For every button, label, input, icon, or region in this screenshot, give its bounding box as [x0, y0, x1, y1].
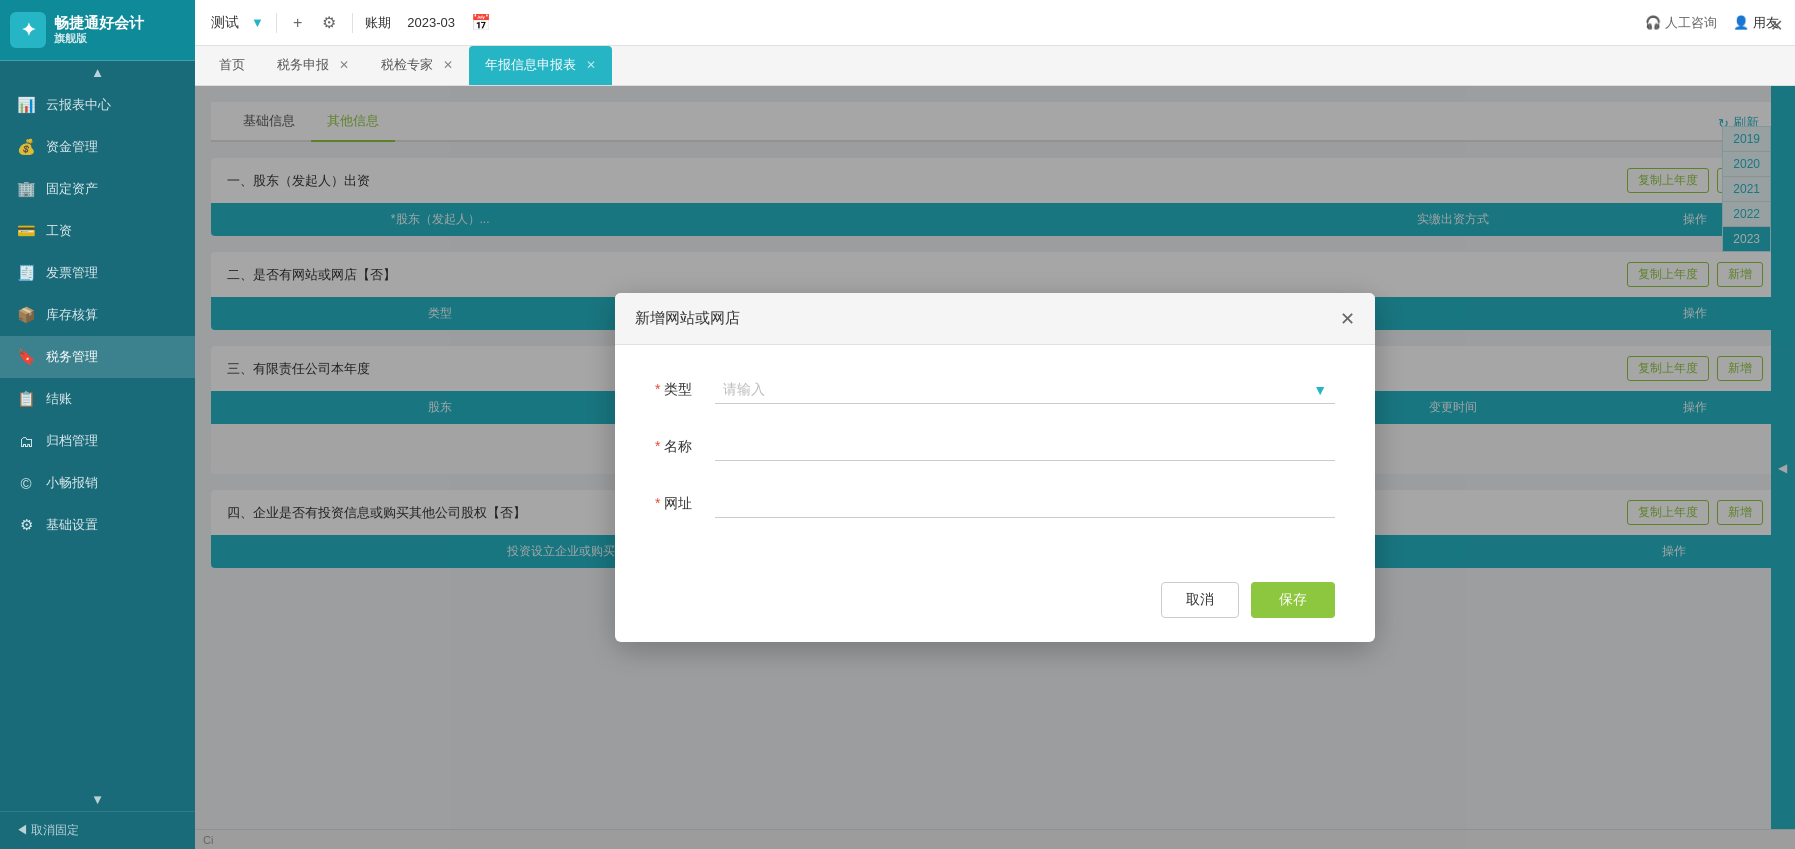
- dialog-header: 新增网站或网店 ✕: [615, 293, 1375, 345]
- sidebar-item-label: 归档管理: [46, 432, 98, 450]
- sidebar-scroll-down[interactable]: ▼: [0, 788, 195, 811]
- zijin-icon: 💰: [16, 138, 36, 156]
- tab-yearreport-close[interactable]: ✕: [586, 58, 596, 72]
- form-row-name: * 名称: [655, 432, 1335, 461]
- dialog-title: 新增网站或网店: [635, 309, 740, 328]
- headphone-icon: 🎧: [1645, 15, 1661, 30]
- sidebar-item-jiezhang[interactable]: 📋 结账: [0, 378, 195, 420]
- help-button[interactable]: 🎧 人工咨询: [1645, 14, 1717, 32]
- tab-taxinspect-close[interactable]: ✕: [443, 58, 453, 72]
- type-input[interactable]: [715, 375, 1335, 404]
- gongzi-icon: 💳: [16, 222, 36, 240]
- sidebar-item-kucun[interactable]: 📦 库存核算: [0, 294, 195, 336]
- xiaochangbaoxiao-icon: ©: [16, 475, 36, 492]
- tab-home-label: 首页: [219, 56, 245, 74]
- tab-home[interactable]: 首页: [203, 46, 261, 85]
- user-icon: 👤: [1733, 15, 1749, 30]
- sidebar-item-label: 固定资产: [46, 180, 98, 198]
- tab-taxreport-label: 税务申报: [277, 56, 329, 74]
- sidebar-item-shuiwu[interactable]: 🔖 税务管理: [0, 336, 195, 378]
- sidebar-item-label: 云报表中心: [46, 96, 111, 114]
- dialog-body: * 类型 ▼ * 名称: [615, 345, 1375, 566]
- type-required-mark: *: [655, 381, 660, 397]
- tab-yearreport-label: 年报信息申报表: [485, 56, 576, 74]
- kucun-icon: 📦: [16, 306, 36, 324]
- period-label: 账期: [365, 14, 391, 32]
- jiezhang-icon: 📋: [16, 390, 36, 408]
- tabbar: 首页 税务申报 ✕ 税检专家 ✕ 年报信息申报表 ✕: [195, 46, 1795, 86]
- app-name: 畅捷通好会计: [54, 14, 144, 32]
- tab-taxreport[interactable]: 税务申报 ✕: [261, 46, 365, 85]
- settings-button[interactable]: ⚙: [318, 9, 340, 36]
- jichushezhi-icon: ⚙: [16, 516, 36, 534]
- sidebar-item-label: 资金管理: [46, 138, 98, 156]
- company-name: 测试: [211, 14, 239, 32]
- name-input[interactable]: [715, 432, 1335, 461]
- fapiao-icon: 🧾: [16, 264, 36, 282]
- url-input-wrap: [715, 489, 1335, 518]
- form-row-url: * 网址: [655, 489, 1335, 518]
- sidebar-item-gudingzichan[interactable]: 🏢 固定资产: [0, 168, 195, 210]
- tab-taxreport-close[interactable]: ✕: [339, 58, 349, 72]
- save-button[interactable]: 保存: [1251, 582, 1335, 618]
- cancel-button[interactable]: 取消: [1161, 582, 1239, 618]
- sidebar-item-label: 工资: [46, 222, 72, 240]
- tab-yearreport[interactable]: 年报信息申报表 ✕: [469, 46, 612, 85]
- sidebar-item-zijin[interactable]: 💰 资金管理: [0, 126, 195, 168]
- dialog-footer: 取消 保存: [615, 566, 1375, 642]
- app-icon: ✦: [10, 12, 46, 48]
- name-label: * 名称: [655, 438, 715, 456]
- calendar-button[interactable]: 📅: [467, 9, 495, 36]
- topbar: 测试 ▼ + ⚙ 账期 2023-03 📅 🎧 人工咨询 👤 用友 ✕: [195, 0, 1795, 46]
- sidebar-item-xiaochangbaoxiao[interactable]: © 小畅报销: [0, 462, 195, 504]
- sidebar-scroll-up[interactable]: ▲: [0, 61, 195, 84]
- name-required-mark: *: [655, 438, 660, 454]
- form-row-type: * 类型 ▼: [655, 375, 1335, 404]
- sidebar-pin-toggle[interactable]: ◀ 取消固定: [0, 811, 195, 849]
- sidebar-item-fapiao[interactable]: 🧾 发票管理: [0, 252, 195, 294]
- topbar-divider-2: [352, 13, 353, 33]
- app-header: ✦ 畅捷通好会计 旗舰版: [0, 0, 195, 61]
- dialog-close-button[interactable]: ✕: [1340, 310, 1355, 328]
- modal-overlay: 新增网站或网店 ✕ * 类型 ▼: [195, 86, 1795, 849]
- sidebar-item-guidang[interactable]: 🗂 归档管理: [0, 420, 195, 462]
- sidebar-item-jichushezhi[interactable]: ⚙ 基础设置: [0, 504, 195, 546]
- yunbaobiao-icon: 📊: [16, 96, 36, 114]
- name-input-wrap: [715, 432, 1335, 461]
- topbar-right: 🎧 人工咨询 👤 用友: [1645, 14, 1779, 32]
- type-label: * 类型: [655, 381, 715, 399]
- sidebar-item-gongzi[interactable]: 💳 工资: [0, 210, 195, 252]
- sidebar-item-label: 税务管理: [46, 348, 98, 366]
- sidebar-nav: 📊 云报表中心 💰 资金管理 🏢 固定资产 💳 工资 🧾 发票管理 📦 库存核算…: [0, 84, 195, 788]
- sidebar-item-label: 结账: [46, 390, 72, 408]
- tab-taxinspect[interactable]: 税检专家 ✕: [365, 46, 469, 85]
- gudingzichan-icon: 🏢: [16, 180, 36, 198]
- url-input[interactable]: [715, 489, 1335, 518]
- window-close-button[interactable]: ✕: [1766, 12, 1787, 39]
- main-area: 测试 ▼ + ⚙ 账期 2023-03 📅 🎧 人工咨询 👤 用友 ✕ 首页 税…: [195, 0, 1795, 849]
- sidebar-item-label: 发票管理: [46, 264, 98, 282]
- sidebar-item-label: 小畅报销: [46, 474, 98, 492]
- sidebar-item-label: 库存核算: [46, 306, 98, 324]
- sidebar-item-yunbaobiao[interactable]: 📊 云报表中心: [0, 84, 195, 126]
- sidebar-pin-label: ◀ 取消固定: [16, 822, 79, 839]
- url-required-mark: *: [655, 495, 660, 511]
- topbar-divider-1: [276, 13, 277, 33]
- shuiwu-icon: 🔖: [16, 348, 36, 366]
- add-button[interactable]: +: [289, 10, 306, 36]
- tab-taxinspect-label: 税检专家: [381, 56, 433, 74]
- sidebar: ✦ 畅捷通好会计 旗舰版 ▲ 📊 云报表中心 💰 资金管理 🏢 固定资产 💳 工…: [0, 0, 195, 849]
- dialog-add-website: 新增网站或网店 ✕ * 类型 ▼: [615, 293, 1375, 642]
- guidang-icon: 🗂: [16, 433, 36, 450]
- type-input-wrap: ▼: [715, 375, 1335, 404]
- content-area: 基础信息 其他信息 ↻ 刷新 一、股东（发起人）出资 复制上年度: [195, 86, 1795, 849]
- help-label: 人工咨询: [1665, 14, 1717, 32]
- company-dropdown[interactable]: ▼: [251, 15, 264, 30]
- app-subtitle: 旗舰版: [54, 32, 144, 45]
- period-value: 2023-03: [407, 15, 455, 30]
- url-label: * 网址: [655, 495, 715, 513]
- sidebar-item-label: 基础设置: [46, 516, 98, 534]
